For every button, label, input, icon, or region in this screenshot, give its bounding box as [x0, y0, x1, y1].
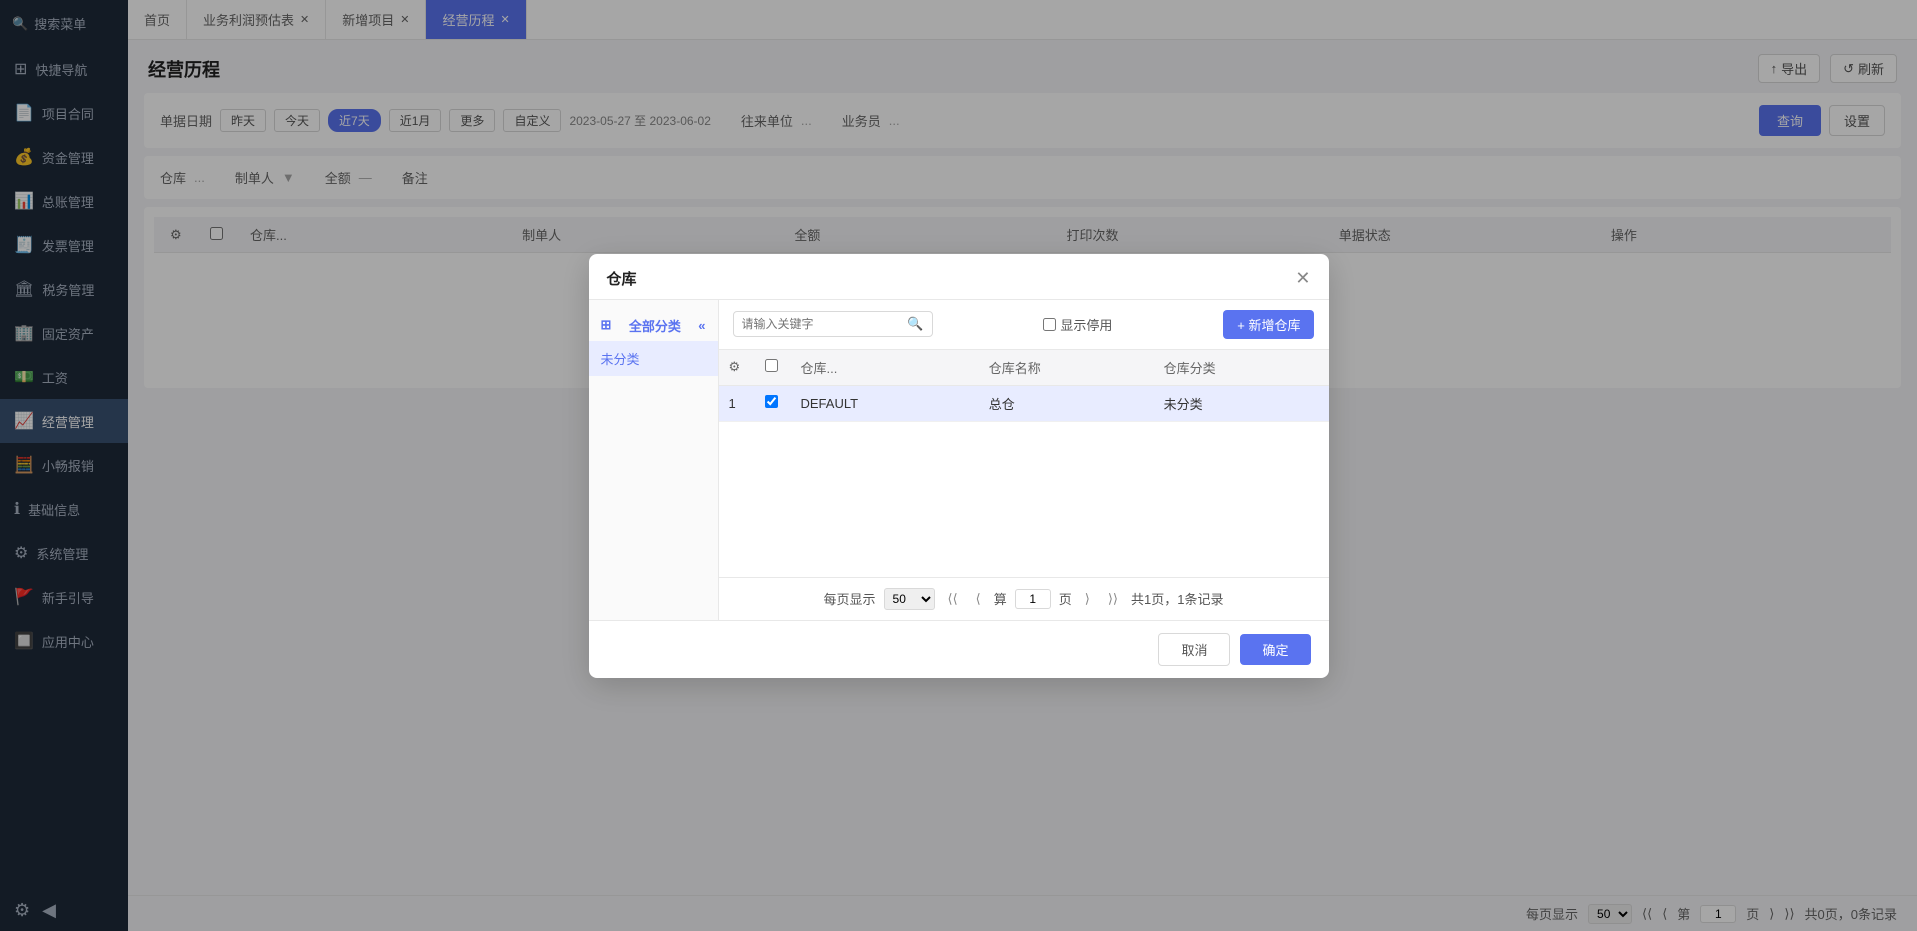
th-warehouse-name: 仓库名称 — [979, 350, 1154, 386]
table-row[interactable]: 1 DEFAULT 总仓 未分类 — [719, 385, 1329, 421]
row-checkbox[interactable] — [755, 385, 791, 421]
row-settings: 1 — [719, 385, 755, 421]
confirm-button[interactable]: 确定 — [1240, 634, 1310, 665]
all-category-icon: ⊞ — [601, 317, 612, 333]
add-warehouse-button[interactable]: + 新增仓库 — [1223, 310, 1314, 339]
modal-header: 仓库 ✕ — [589, 254, 1329, 300]
category-item-uncategorized[interactable]: 未分类 — [589, 341, 718, 376]
row-name: 总仓 — [979, 385, 1154, 421]
show-disabled-toggle[interactable]: 显示停用 — [1043, 315, 1112, 334]
search-icon: 🔍 — [907, 316, 923, 332]
warehouse-search-input[interactable] — [742, 317, 902, 331]
row-code: DEFAULT — [791, 385, 979, 421]
warehouse-table: ⚙ 仓库... 仓库名称 — [719, 350, 1329, 577]
collapse-icon[interactable]: « — [698, 318, 705, 333]
category-scroll: 未分类 — [589, 341, 718, 610]
modal-toolbar: 🔍 显示停用 + 新增仓库 — [719, 300, 1329, 350]
th-checkbox — [755, 350, 791, 386]
table-header-row: ⚙ 仓库... 仓库名称 — [719, 350, 1329, 386]
all-category-header[interactable]: ⊞ 全部分类 « — [589, 310, 718, 341]
modal-body: ⊞ 全部分类 « 未分类 🔍 — [589, 300, 1329, 620]
table-select-all[interactable] — [765, 359, 778, 372]
last-page-nav[interactable]: ⟩⟩ — [1103, 589, 1123, 609]
warehouse-search-box[interactable]: 🔍 — [733, 311, 933, 337]
row-select-checkbox[interactable] — [765, 395, 778, 408]
page-size-select[interactable]: 50 10 20 100 — [884, 588, 935, 610]
first-page-nav[interactable]: ⟨⟨ — [943, 589, 963, 609]
th-settings: ⚙ — [719, 350, 755, 386]
cancel-button[interactable]: 取消 — [1158, 633, 1230, 666]
show-disabled-checkbox[interactable] — [1043, 318, 1056, 331]
modal-title: 仓库 — [607, 268, 637, 289]
modal-pagination: 每页显示 50 10 20 100 ⟨⟨ ⟨ 算 页 ⟩ ⟩⟩ 共1页，1条记录 — [719, 577, 1329, 620]
next-page-nav[interactable]: ⟩ — [1080, 589, 1095, 609]
modal-right-panel: 🔍 显示停用 + 新增仓库 ⚙ — [719, 300, 1329, 620]
page-input[interactable] — [1015, 589, 1051, 609]
modal-footer: 取消 确定 — [589, 620, 1329, 678]
row-category: 未分类 — [1154, 385, 1329, 421]
warehouse-modal: 仓库 ✕ ⊞ 全部分类 « 未分类 — [589, 254, 1329, 678]
th-warehouse-category: 仓库分类 — [1154, 350, 1329, 386]
modal-overlay: 仓库 ✕ ⊞ 全部分类 « 未分类 — [0, 0, 1917, 931]
th-warehouse-code: 仓库... — [791, 350, 979, 386]
modal-close-button[interactable]: ✕ — [1295, 268, 1310, 289]
prev-page-nav[interactable]: ⟨ — [971, 589, 986, 609]
modal-left-panel: ⊞ 全部分类 « 未分类 — [589, 300, 719, 620]
